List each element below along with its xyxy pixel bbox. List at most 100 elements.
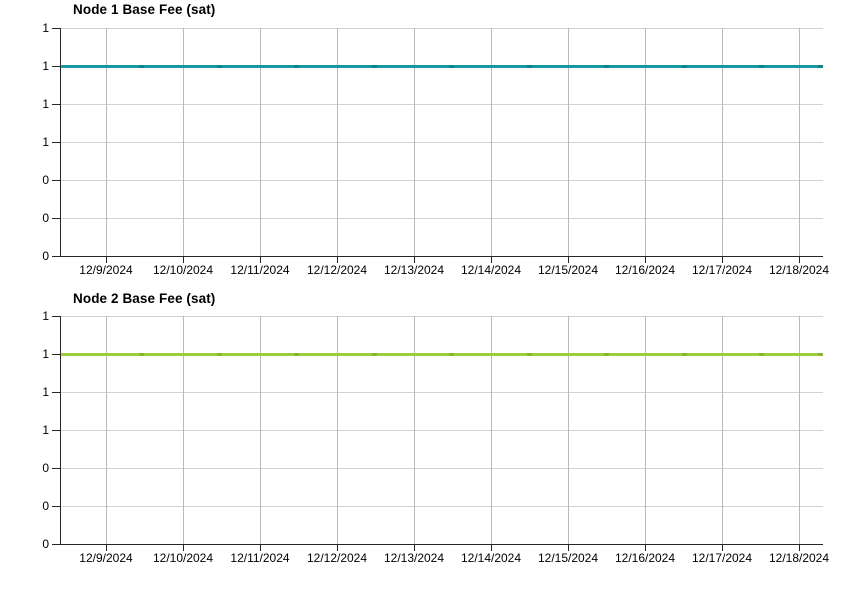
- y-axis-tick: [52, 142, 60, 143]
- vertical-gridline: [260, 316, 261, 544]
- chart-1-plot-area: 0 0 0 1 1 1 1 12/9/2024 12/10/2024 12/11/2024 12/1…: [42, 21, 829, 277]
- x-axis-tick-label: 12/18/2024: [768, 263, 830, 277]
- vertical-gridline: [722, 316, 723, 544]
- data-point-marker: [681, 64, 687, 68]
- y-axis-tick-label: 0: [42, 173, 49, 187]
- y-axis-tick: [52, 468, 60, 469]
- data-point-marker: [818, 64, 823, 68]
- horizontal-gridline: [61, 430, 823, 431]
- x-axis-tick-label: 12/17/2024: [691, 551, 753, 565]
- x-axis-tick: [260, 544, 261, 551]
- x-axis-tick-label: 12/11/2024: [230, 263, 290, 277]
- x-axis-tick-label: 12/13/2024: [383, 263, 445, 277]
- x-axis-tick: [183, 544, 184, 551]
- y-axis-tick: [52, 354, 60, 355]
- vertical-gridline: [183, 316, 184, 544]
- y-axis-tick-label: 1: [42, 385, 49, 399]
- vertical-gridline: [722, 28, 723, 256]
- horizontal-gridline: [61, 316, 823, 317]
- y-axis-tick: [52, 392, 60, 393]
- y-axis-tick-label: 0: [42, 249, 49, 263]
- vertical-gridline: [491, 28, 492, 256]
- vertical-gridline: [337, 316, 338, 544]
- x-axis-tick: [260, 256, 261, 263]
- horizontal-gridline: [61, 468, 823, 469]
- x-axis-tick: [183, 256, 184, 263]
- x-axis-tick-label: 12/15/2024: [537, 551, 599, 565]
- x-axis-tick: [414, 544, 415, 551]
- vertical-gridline: [799, 28, 800, 256]
- data-point-marker: [449, 64, 454, 68]
- y-axis-tick: [52, 544, 60, 545]
- x-axis-tick-label: 12/12/2024: [306, 263, 368, 277]
- data-point-marker: [526, 64, 532, 68]
- horizontal-gridline: [61, 218, 823, 219]
- vertical-gridline: [568, 316, 569, 544]
- x-axis-tick-label: 12/16/2024: [614, 551, 676, 565]
- x-axis-tick-label: 12/17/2024: [691, 263, 753, 277]
- x-axis-tick-label: 12/12/2024: [306, 551, 368, 565]
- x-axis-tick: [568, 256, 569, 263]
- horizontal-gridline: [61, 392, 823, 393]
- vertical-gridline: [106, 316, 107, 544]
- y-axis-tick-label: 0: [42, 537, 49, 551]
- y-axis-tick: [52, 316, 60, 317]
- data-point-marker: [216, 64, 222, 68]
- y-axis-tick-label: 1: [42, 97, 49, 111]
- data-point-marker: [216, 352, 222, 356]
- vertical-gridline: [183, 28, 184, 256]
- x-axis-tick-label: 12/14/2024: [460, 551, 522, 565]
- x-axis-tick: [645, 256, 646, 263]
- y-axis-tick-label: 0: [42, 499, 49, 513]
- vertical-gridline: [799, 316, 800, 544]
- y-axis-tick: [52, 430, 60, 431]
- x-axis-tick: [414, 256, 415, 263]
- horizontal-gridline: [61, 28, 823, 29]
- data-point-marker: [526, 352, 532, 356]
- x-axis-tick: [491, 256, 492, 263]
- data-point-marker: [604, 352, 609, 356]
- horizontal-gridline: [61, 104, 823, 105]
- data-line: [61, 64, 823, 68]
- x-axis-tick-label: 12/11/2024: [230, 551, 290, 565]
- vertical-gridline: [568, 28, 569, 256]
- y-axis-tick-label: 1: [42, 423, 49, 437]
- y-axis-tick-label: 1: [42, 59, 49, 73]
- vertical-gridline: [106, 28, 107, 256]
- x-axis-tick-label: 12/10/2024: [152, 551, 214, 565]
- data-point-marker: [681, 352, 687, 356]
- data-point-marker: [604, 64, 609, 68]
- data-point-marker: [139, 64, 144, 68]
- y-axis-tick: [52, 66, 60, 67]
- x-axis-tick-label: 12/16/2024: [614, 263, 676, 277]
- y-axis-tick: [52, 180, 60, 181]
- x-axis-tick-label: 12/9/2024: [79, 263, 133, 277]
- data-point-marker: [139, 352, 144, 356]
- x-axis-tick-label: 12/9/2024: [79, 551, 133, 565]
- x-axis-tick-label: 12/14/2024: [460, 263, 522, 277]
- horizontal-gridline: [61, 142, 823, 143]
- vertical-gridline: [491, 316, 492, 544]
- x-axis-tick: [568, 544, 569, 551]
- x-axis-tick: [799, 544, 800, 551]
- vertical-gridline: [414, 28, 415, 256]
- x-axis-tick: [722, 256, 723, 263]
- data-point-marker: [759, 352, 764, 356]
- y-axis-tick-label: 0: [42, 211, 49, 225]
- data-point-marker: [818, 352, 823, 356]
- y-axis-tick: [52, 218, 60, 219]
- vertical-gridline: [645, 28, 646, 256]
- data-point-marker: [759, 64, 764, 68]
- x-axis-tick: [337, 256, 338, 263]
- x-axis-tick: [722, 544, 723, 551]
- y-axis-tick-label: 1: [42, 347, 49, 361]
- horizontal-gridline: [61, 180, 823, 181]
- y-axis-tick: [52, 104, 60, 105]
- x-axis-tick-label: 12/13/2024: [383, 551, 445, 565]
- y-axis-tick-label: 1: [42, 21, 49, 35]
- x-axis-tick-label: 12/18/2024: [768, 551, 830, 565]
- y-axis-tick: [52, 506, 60, 507]
- x-axis-tick: [106, 256, 107, 263]
- data-point-marker: [371, 64, 377, 68]
- data-point-marker: [371, 352, 377, 356]
